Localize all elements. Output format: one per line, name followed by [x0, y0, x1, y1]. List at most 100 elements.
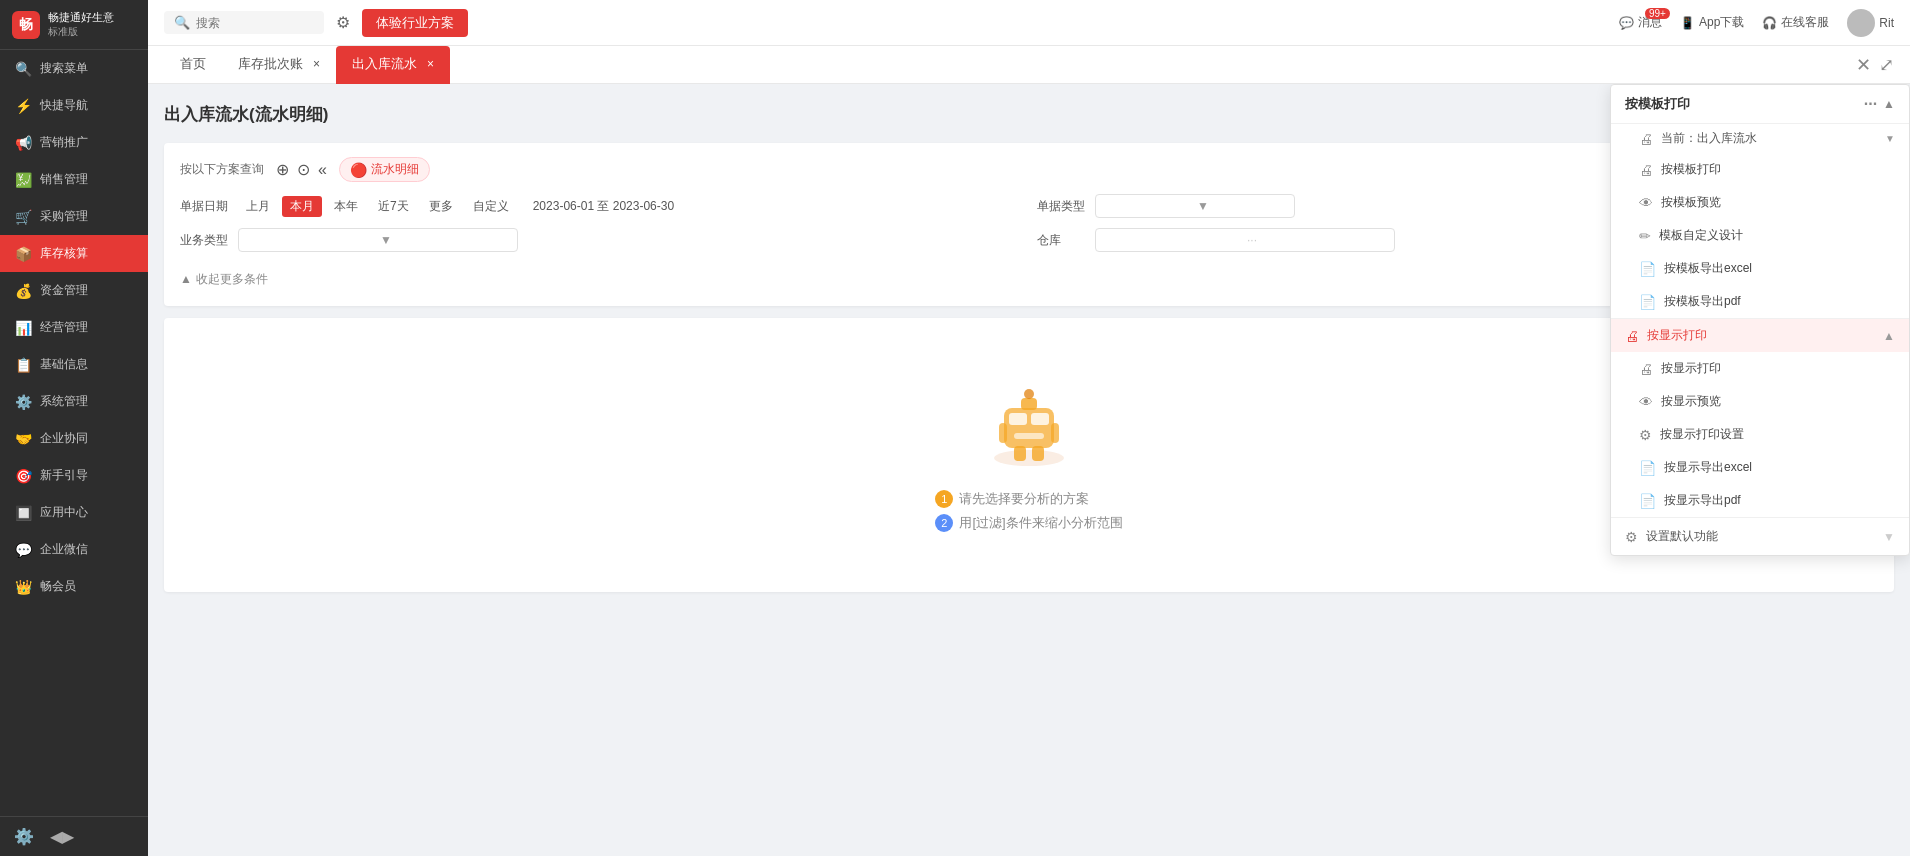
sidebar-item-label: 新手引导	[40, 467, 88, 484]
sidebar-item-app-center[interactable]: 🔲 应用中心	[0, 494, 148, 531]
sidebar-item-enterprise[interactable]: 🤝 企业协同	[0, 420, 148, 457]
collapse-icon[interactable]: ◀▶	[50, 827, 74, 846]
dropdown-item-template-print[interactable]: 🖨 按模板打印	[1611, 153, 1909, 186]
svg-rect-2	[1009, 413, 1027, 425]
dropdown-item-display-excel[interactable]: 📄 按显示导出excel	[1611, 451, 1909, 484]
chevron-up-icon[interactable]: ▲	[1883, 97, 1895, 111]
topbar-search-box[interactable]: 🔍	[164, 11, 324, 34]
doc-type-select[interactable]: ▼	[1095, 194, 1295, 218]
sidebar-item-label: 库存核算	[40, 245, 88, 262]
sidebar-item-label: 系统管理	[40, 393, 88, 410]
sidebar-item-marketing[interactable]: 📢 营销推广	[0, 124, 148, 161]
footer-arrow-icon: ▼	[1883, 530, 1895, 544]
dropdown-current[interactable]: 🖨 当前：出入库流水 ▼	[1611, 124, 1909, 153]
svg-rect-9	[1014, 446, 1026, 461]
item-label: 按显示打印设置	[1660, 426, 1895, 443]
empty-tip-1: 1 请先选择要分析的方案	[935, 490, 1122, 508]
tab-batch-label: 库存批次账	[238, 55, 303, 73]
gear-icon: ⚙	[1625, 529, 1638, 545]
dropdown-item-template-custom[interactable]: ✏ 模板自定义设计	[1611, 219, 1909, 252]
ellipsis-icon[interactable]: ···	[1864, 95, 1877, 113]
main-area: 🔍 ⚙ 体验行业方案 💬 消息 99+ 📱 App下载 🎧 在线客服 Rit	[148, 0, 1910, 856]
dropdown-item-display-pdf[interactable]: 📄 按显示导出pdf	[1611, 484, 1909, 517]
sidebar-item-wechat[interactable]: 💬 企业微信	[0, 531, 148, 568]
logo-text-block: 畅捷通好生意 标准版	[48, 10, 114, 38]
warehouse-select[interactable]: ···	[1095, 228, 1395, 252]
dropdown-item-template-pdf[interactable]: 📄 按模板导出pdf	[1611, 285, 1909, 318]
settings-icon[interactable]: ⚙	[336, 13, 350, 32]
sidebar-item-label: 资金管理	[40, 282, 88, 299]
dropdown-item-display-settings[interactable]: ⚙ 按显示打印设置	[1611, 418, 1909, 451]
excel-icon: 📄	[1639, 261, 1656, 277]
tab-home[interactable]: 首页	[164, 46, 222, 84]
gear-icon: ⚙	[1639, 427, 1652, 443]
biz-type-select[interactable]: ▼	[238, 228, 518, 252]
dropdown-section-2: 🖨 按显示打印 ▲ 🖨 按显示打印 👁 按显示预览 ⚙ 按显示打印设置	[1611, 319, 1909, 518]
cart-icon: 🛒	[14, 209, 32, 225]
message-badge: 99+	[1645, 8, 1670, 19]
dropdown-item-template-preview[interactable]: 👁 按模板预览	[1611, 186, 1909, 219]
tab-batch[interactable]: 库存批次账 ×	[222, 46, 336, 84]
date-opt-prev-month[interactable]: 上月	[238, 196, 278, 217]
display-section-header[interactable]: 🖨 按显示打印 ▲	[1611, 319, 1909, 352]
filter-settings-icon[interactable]: ⊙	[297, 160, 310, 179]
app-download-button[interactable]: 📱 App下载	[1680, 14, 1744, 31]
footer-label: 设置默认功能	[1646, 528, 1718, 545]
date-opt-current-year[interactable]: 本年	[326, 196, 366, 217]
item-label: 按显示打印	[1661, 360, 1895, 377]
search-icon: 🔍	[174, 15, 190, 30]
sidebar-item-inventory[interactable]: 📦 库存核算	[0, 235, 148, 272]
trial-button[interactable]: 体验行业方案	[362, 9, 468, 37]
sidebar-item-vip[interactable]: 👑 畅会员	[0, 568, 148, 605]
date-opt-custom[interactable]: 自定义	[465, 196, 517, 217]
crown-icon: 👑	[14, 579, 32, 595]
collapse-button[interactable]: ▲ 收起更多条件	[180, 266, 268, 292]
doc-type-arrow-icon: ▼	[1197, 199, 1284, 213]
biz-type-filter-group: 业务类型 ▼	[180, 228, 1021, 252]
dropdown-header: 按模板打印 ··· ▲	[1611, 85, 1909, 124]
empty-tip-2: 2 用[过滤]条件来缩小分析范围	[935, 514, 1122, 532]
sidebar-item-purchase[interactable]: 🛒 采购管理	[0, 198, 148, 235]
filter-collapse-icon[interactable]: «	[318, 161, 327, 179]
message-button[interactable]: 💬 消息 99+	[1619, 14, 1662, 31]
date-opt-current-month[interactable]: 本月	[282, 196, 322, 217]
tab-maximize-icon[interactable]: ⤢	[1879, 54, 1894, 76]
message-icon: 💬	[1619, 16, 1634, 30]
sidebar-item-finance[interactable]: 💰 资金管理	[0, 272, 148, 309]
dropdown-item-template-excel[interactable]: 📄 按模板导出excel	[1611, 252, 1909, 285]
tab-flow[interactable]: 出入库流水 ×	[336, 46, 450, 84]
sidebar-item-label: 搜索菜单	[40, 60, 88, 77]
sidebar-item-quick-nav[interactable]: ⚡ 快捷导航	[0, 87, 148, 124]
dropdown-item-display-print[interactable]: 🖨 按显示打印	[1611, 352, 1909, 385]
user-name: Rit	[1879, 16, 1894, 30]
sidebar-item-label: 销售管理	[40, 171, 88, 188]
sidebar-item-search[interactable]: 🔍 搜索菜单	[0, 50, 148, 87]
tab-restore-icon[interactable]: ✕	[1856, 54, 1871, 76]
page-title: 出入库流水(流水明细)	[164, 103, 328, 126]
tab-batch-close[interactable]: ×	[313, 57, 320, 71]
tab-flow-close[interactable]: ×	[427, 57, 434, 71]
date-range: 2023-06-01 至 2023-06-30	[533, 198, 674, 215]
printer-icon: 🖨	[1639, 162, 1653, 178]
sidebar-item-guide[interactable]: 🎯 新手引导	[0, 457, 148, 494]
date-opt-more[interactable]: 更多	[421, 196, 461, 217]
dropdown-item-display-preview[interactable]: 👁 按显示预览	[1611, 385, 1909, 418]
filter-add-icon[interactable]: ⊕	[276, 160, 289, 179]
dropdown-footer[interactable]: ⚙ 设置默认功能 ▼	[1611, 518, 1909, 555]
date-opt-last-7[interactable]: 近7天	[370, 196, 417, 217]
date-filter-group: 单据日期 上月 本月 本年 近7天 更多 自定义 2023-06-01 至 20…	[180, 196, 1021, 217]
item-label: 按显示导出pdf	[1664, 492, 1895, 509]
dropdown-header-actions: ··· ▲	[1864, 95, 1895, 113]
sidebar-item-operations[interactable]: 📊 经营管理	[0, 309, 148, 346]
online-service-button[interactable]: 🎧 在线客服	[1762, 14, 1829, 31]
search-input[interactable]	[196, 16, 314, 30]
chevron-up-icon: ▲	[180, 272, 192, 286]
user-avatar[interactable]: Rit	[1847, 9, 1894, 37]
tip-num-2: 2	[935, 514, 953, 532]
sidebar-item-sales[interactable]: 💹 销售管理	[0, 161, 148, 198]
sidebar-item-base-info[interactable]: 📋 基础信息	[0, 346, 148, 383]
settings-bottom-icon[interactable]: ⚙️	[14, 827, 34, 846]
eye-icon: 👁	[1639, 195, 1653, 211]
ops-icon: 📊	[14, 320, 32, 336]
sidebar-item-system[interactable]: ⚙️ 系统管理	[0, 383, 148, 420]
